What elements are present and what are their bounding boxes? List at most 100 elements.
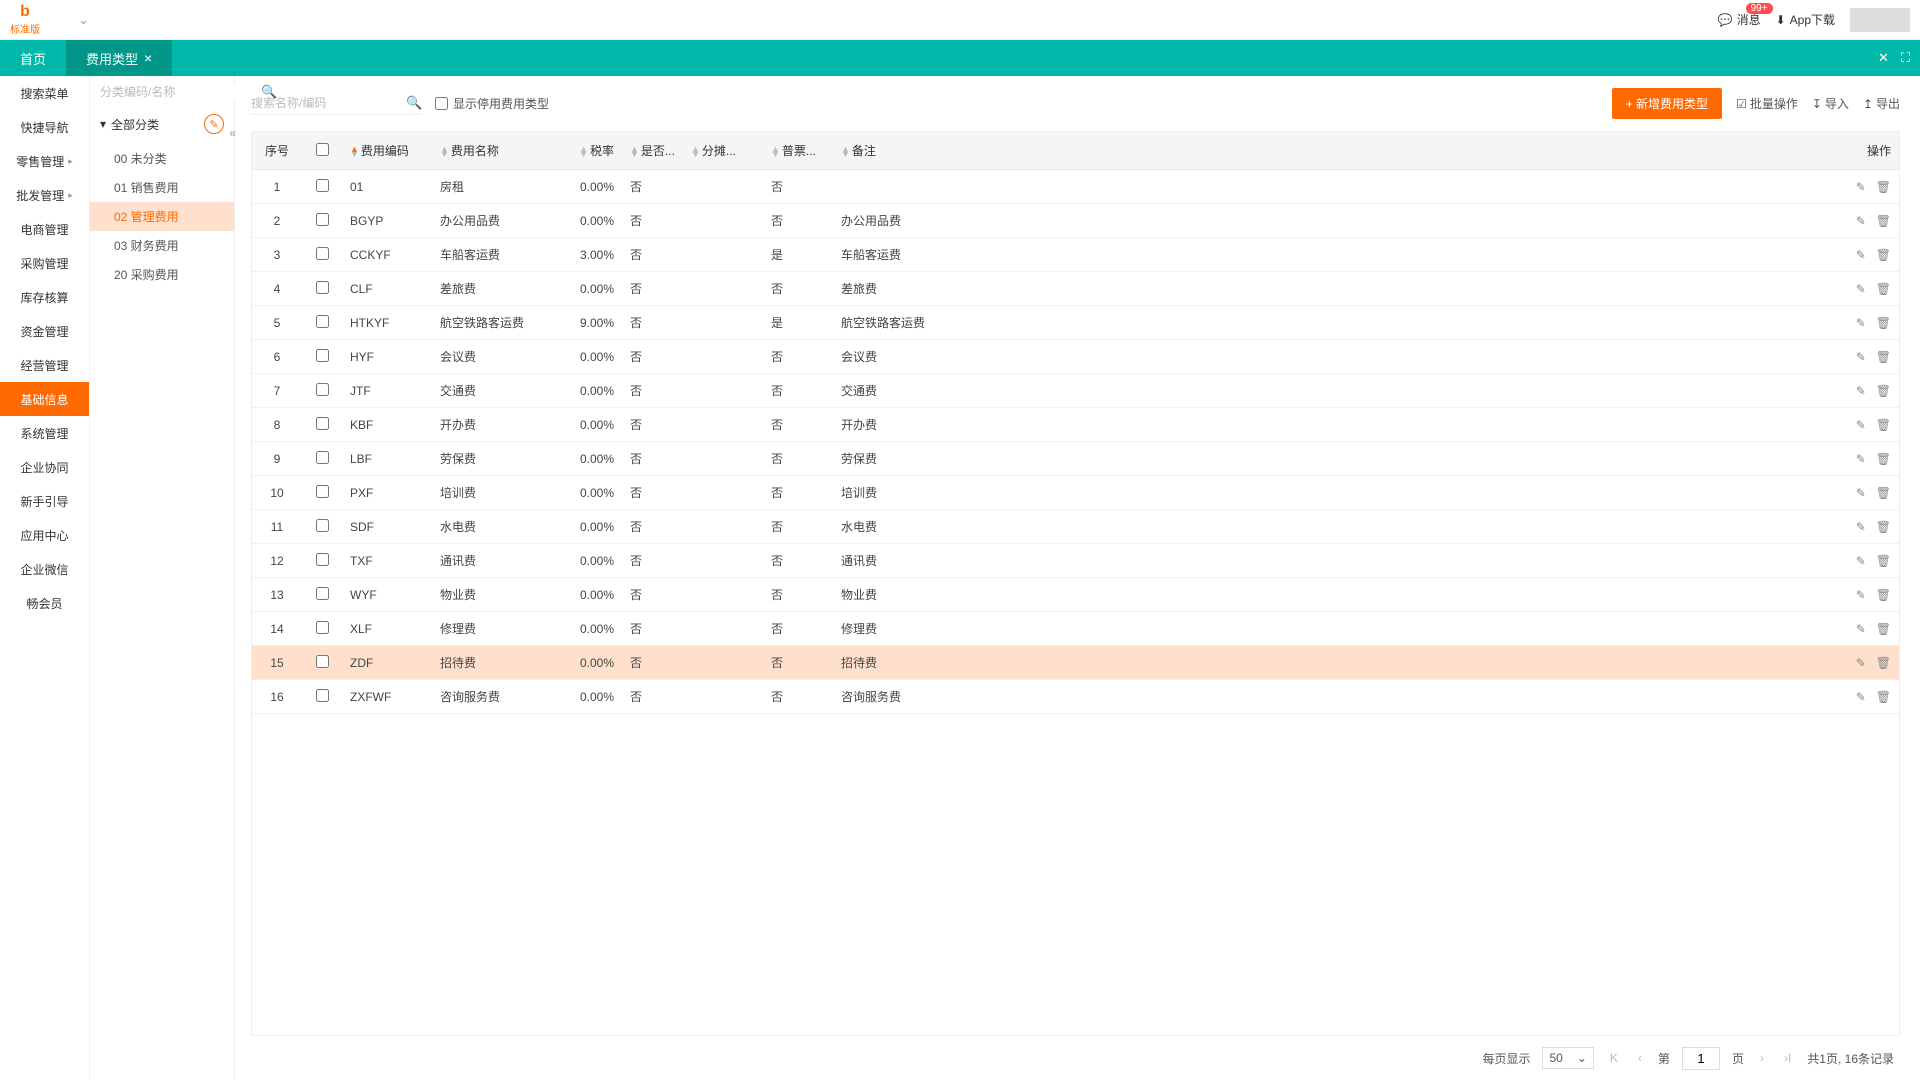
delete-icon[interactable]: 🗑: [1876, 588, 1891, 602]
sidebar-item-13[interactable]: 应用中心: [0, 518, 89, 552]
category-item-0[interactable]: 00 未分类: [90, 144, 234, 173]
row-checkbox[interactable]: [316, 417, 329, 430]
table-row[interactable]: 12TXF通讯费0.00%否否通讯费✎🗑: [252, 544, 1899, 578]
edit-icon[interactable]: ✎: [1856, 214, 1866, 228]
category-item-2[interactable]: 02 管理费用: [90, 202, 234, 231]
delete-icon[interactable]: 🗑: [1876, 486, 1891, 500]
edit-icon[interactable]: ✎: [1856, 520, 1866, 534]
table-row[interactable]: 8KBF开办费0.00%否否开办费✎🗑: [252, 408, 1899, 442]
category-search-input[interactable]: [100, 85, 255, 99]
import-button[interactable]: ↧导入: [1812, 95, 1849, 112]
page-input[interactable]: [1682, 1047, 1720, 1070]
show-disabled-input[interactable]: [435, 97, 448, 110]
sidebar-item-7[interactable]: 资金管理: [0, 314, 89, 348]
expand-icon[interactable]: ▾: [100, 117, 106, 131]
collapse-icon[interactable]: «: [229, 126, 236, 140]
header-remark[interactable]: ▲▼备注: [833, 132, 1819, 170]
first-page-button[interactable]: K: [1606, 1049, 1622, 1067]
sidebar-item-0[interactable]: 搜索菜单: [0, 76, 89, 110]
next-page-button[interactable]: ›: [1756, 1049, 1768, 1067]
category-all-label[interactable]: 全部分类: [111, 116, 159, 133]
table-row[interactable]: 9LBF劳保费0.00%否否劳保费✎🗑: [252, 442, 1899, 476]
batch-action-button[interactable]: ☑批量操作: [1736, 95, 1798, 112]
category-item-1[interactable]: 01 销售费用: [90, 173, 234, 202]
tab-expense-type[interactable]: 费用类型 ×: [66, 40, 172, 76]
edit-icon[interactable]: ✎: [1856, 656, 1866, 670]
delete-icon[interactable]: 🗑: [1876, 690, 1891, 704]
row-checkbox[interactable]: [316, 179, 329, 192]
sidebar-item-12[interactable]: 新手引导: [0, 484, 89, 518]
table-row[interactable]: 11SDF水电费0.00%否否水电费✎🗑: [252, 510, 1899, 544]
row-checkbox[interactable]: [316, 553, 329, 566]
prev-page-button[interactable]: ‹: [1634, 1049, 1646, 1067]
sidebar-item-5[interactable]: 采购管理: [0, 246, 89, 280]
category-item-4[interactable]: 20 采购费用: [90, 260, 234, 289]
delete-icon[interactable]: 🗑: [1876, 180, 1891, 194]
close-tab-icon[interactable]: ✕: [1878, 50, 1889, 66]
sidebar-item-3[interactable]: 批发管理▸: [0, 178, 89, 212]
sidebar-item-2[interactable]: 零售管理▸: [0, 144, 89, 178]
user-avatar[interactable]: [1850, 8, 1910, 32]
search-icon[interactable]: 🔍: [406, 95, 422, 111]
sidebar-item-4[interactable]: 电商管理: [0, 212, 89, 246]
delete-icon[interactable]: 🗑: [1876, 350, 1891, 364]
edit-icon[interactable]: ✎: [1856, 282, 1866, 296]
header-name[interactable]: ▲▼费用名称: [432, 132, 552, 170]
table-row[interactable]: 101房租0.00%否否✎🗑: [252, 170, 1899, 204]
edit-icon[interactable]: ✎: [1856, 384, 1866, 398]
delete-icon[interactable]: 🗑: [1876, 282, 1891, 296]
edit-icon[interactable]: ✎: [1856, 588, 1866, 602]
app-download-button[interactable]: ⬇ App下载: [1776, 11, 1835, 28]
sidebar-item-11[interactable]: 企业协同: [0, 450, 89, 484]
table-row[interactable]: 6HYF会议费0.00%否否会议费✎🗑: [252, 340, 1899, 374]
row-checkbox[interactable]: [316, 451, 329, 464]
delete-icon[interactable]: 🗑: [1876, 316, 1891, 330]
delete-icon[interactable]: 🗑: [1876, 520, 1891, 534]
table-row[interactable]: 13WYF物业费0.00%否否物业费✎🗑: [252, 578, 1899, 612]
row-checkbox[interactable]: [316, 485, 329, 498]
edit-icon[interactable]: ✎: [1856, 452, 1866, 466]
header-ticket[interactable]: ▲▼普票...: [763, 132, 833, 170]
add-expense-button[interactable]: + 新增费用类型: [1612, 88, 1722, 119]
table-row[interactable]: 14XLF修理费0.00%否否修理费✎🗑: [252, 612, 1899, 646]
table-row[interactable]: 3CCKYF车船客运费3.00%否是车船客运费✎🗑: [252, 238, 1899, 272]
search-icon[interactable]: 🔍: [261, 84, 277, 100]
delete-icon[interactable]: 🗑: [1876, 384, 1891, 398]
edit-icon[interactable]: ✎: [1856, 486, 1866, 500]
edit-category-icon[interactable]: ✎: [204, 114, 224, 134]
tab-home[interactable]: 首页: [0, 40, 66, 76]
header-share[interactable]: ▲▼分摊...: [683, 132, 763, 170]
sidebar-item-15[interactable]: 畅会员: [0, 586, 89, 620]
row-checkbox[interactable]: [316, 689, 329, 702]
edit-icon[interactable]: ✎: [1856, 180, 1866, 194]
row-checkbox[interactable]: [316, 519, 329, 532]
table-row[interactable]: 2BGYP办公用品费0.00%否否办公用品费✎🗑: [252, 204, 1899, 238]
edit-icon[interactable]: ✎: [1856, 622, 1866, 636]
header-rate[interactable]: ▲▼税率: [552, 132, 622, 170]
edit-icon[interactable]: ✎: [1856, 350, 1866, 364]
sidebar-item-10[interactable]: 系统管理: [0, 416, 89, 450]
delete-icon[interactable]: 🗑: [1876, 554, 1891, 568]
delete-icon[interactable]: 🗑: [1876, 418, 1891, 432]
sidebar-item-6[interactable]: 库存核算: [0, 280, 89, 314]
fullscreen-icon[interactable]: ⛶: [1901, 50, 1910, 66]
table-row[interactable]: 10PXF培训费0.00%否否培训费✎🗑: [252, 476, 1899, 510]
row-checkbox[interactable]: [316, 349, 329, 362]
header-bool[interactable]: ▲▼是否...: [622, 132, 683, 170]
row-checkbox[interactable]: [316, 281, 329, 294]
header-code[interactable]: ▲▼费用编码: [342, 132, 432, 170]
table-row[interactable]: 16ZXFWF咨询服务费0.00%否否咨询服务费✎🗑: [252, 680, 1899, 714]
row-checkbox[interactable]: [316, 315, 329, 328]
header-checkbox[interactable]: [302, 132, 342, 170]
edit-icon[interactable]: ✎: [1856, 418, 1866, 432]
close-icon[interactable]: ×: [144, 50, 152, 66]
row-checkbox[interactable]: [316, 383, 329, 396]
sidebar-item-14[interactable]: 企业微信: [0, 552, 89, 586]
table-row[interactable]: 4CLF差旅费0.00%否否差旅费✎🗑: [252, 272, 1899, 306]
delete-icon[interactable]: 🗑: [1876, 452, 1891, 466]
table-row[interactable]: 5HTKYF航空铁路客运费9.00%否是航空铁路客运费✎🗑: [252, 306, 1899, 340]
delete-icon[interactable]: 🗑: [1876, 248, 1891, 262]
workspace-selector[interactable]: ⌄: [50, 12, 109, 28]
row-checkbox[interactable]: [316, 655, 329, 668]
row-checkbox[interactable]: [316, 587, 329, 600]
